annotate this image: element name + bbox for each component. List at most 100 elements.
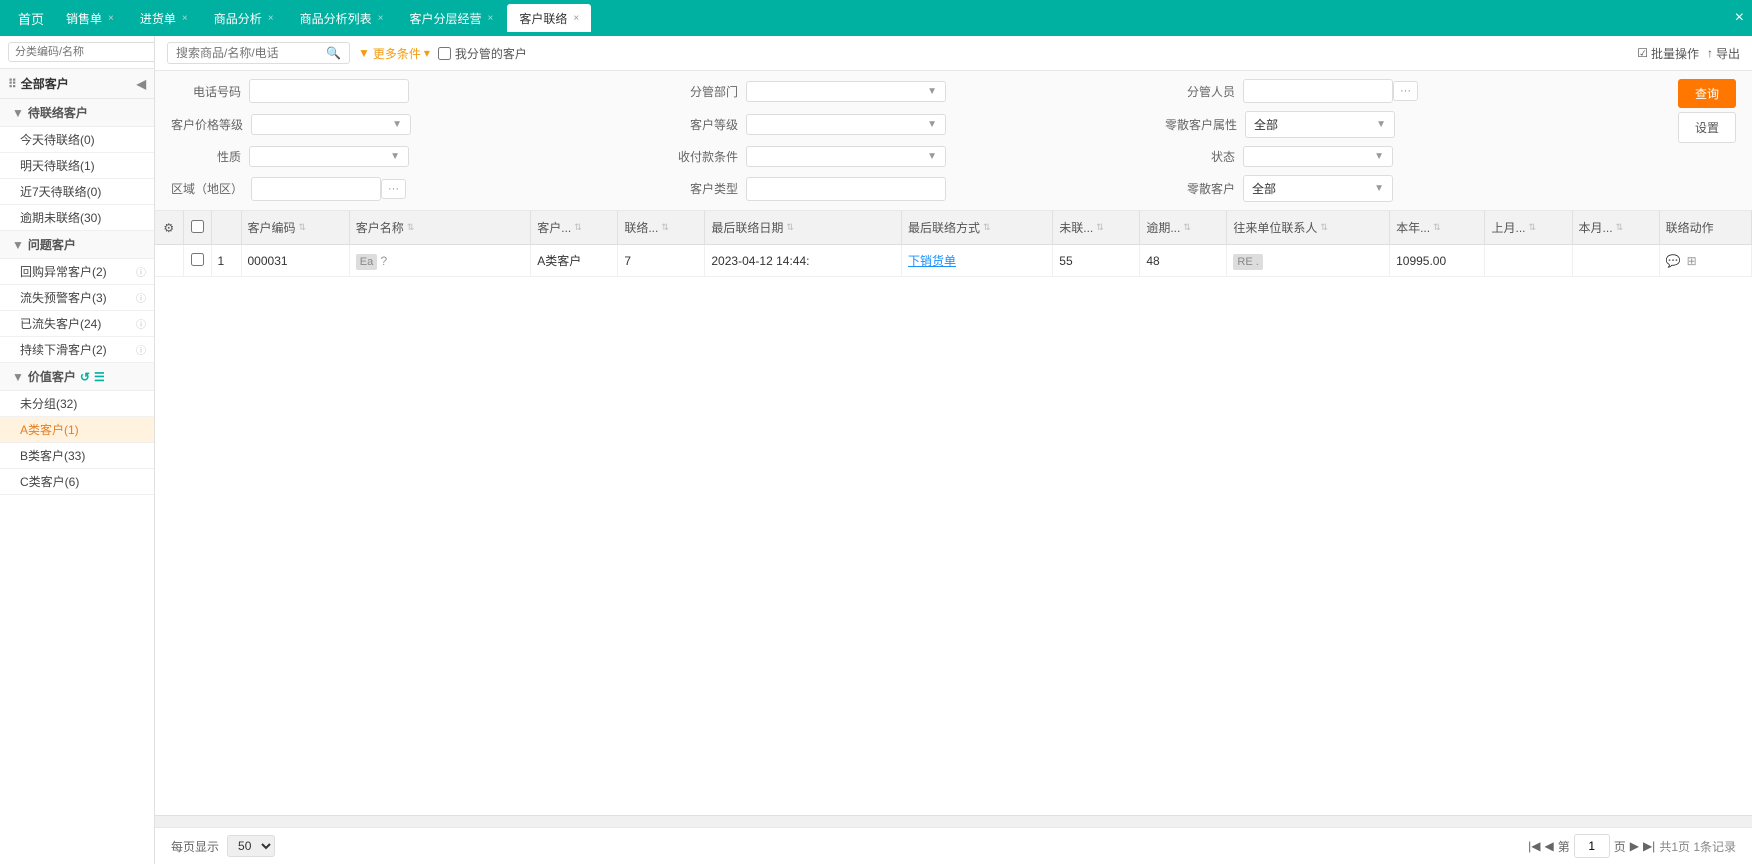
sidebar-item-overdue[interactable]: 逾期未联络(30) (0, 205, 154, 231)
page-first-btn[interactable]: |◀ (1528, 839, 1540, 853)
sidebar-item-7days[interactable]: 近7天待联络(0) (0, 179, 154, 205)
row-name: Ea ? (349, 245, 531, 277)
filter-cell-price-level: 客户价格等级 ▼ (171, 114, 668, 135)
sidebar-item-churn-warning[interactable]: 流失预警客户(3) ⓘ (0, 285, 154, 311)
status-select[interactable]: ▼ (1243, 146, 1393, 167)
col-company-contact[interactable]: 往来单位联系人 ⇅ (1227, 211, 1390, 245)
row-gear (155, 245, 183, 277)
sidebar-item-abnormal[interactable]: 回购异常客户(2) ⓘ (0, 259, 154, 285)
tab-analysis-list[interactable]: 商品分析列表 × (288, 4, 396, 32)
settings-icon[interactable]: ☰ (94, 370, 105, 384)
last-method-link[interactable]: 下销货单 (908, 254, 956, 268)
phone-label: 电话号码 (171, 83, 241, 100)
sidebar-search-input[interactable] (8, 42, 155, 62)
setting-button[interactable]: 设置 (1678, 112, 1736, 143)
page-last-btn[interactable]: ▶| (1643, 839, 1655, 853)
info-icon: ⓘ (136, 264, 146, 279)
col-type[interactable]: 客户... ⇅ (531, 211, 618, 245)
tab-analysis-close[interactable]: × (268, 13, 274, 24)
col-name[interactable]: 客户名称 ⇅ (349, 211, 531, 245)
my-customers-checkbox[interactable] (438, 47, 451, 60)
home-tab[interactable]: 首页 (8, 9, 54, 28)
region-label: 区域（地区） (171, 180, 243, 197)
col-this-year[interactable]: 本年... ⇅ (1390, 211, 1485, 245)
manager-dots-btn[interactable]: ··· (1393, 81, 1418, 101)
page-number-input[interactable] (1574, 834, 1610, 858)
col-last-month[interactable]: 上月... ⇅ (1485, 211, 1572, 245)
top-nav: 首页 销售单 × 进货单 × 商品分析 × 商品分析列表 × 客户分层经营 × … (0, 0, 1752, 36)
col-action[interactable]: 联络动作 (1659, 211, 1751, 245)
nature-select[interactable]: ▼ (249, 146, 409, 167)
tab-customer-contact[interactable]: 客户联络 × (507, 4, 591, 32)
filter-search-input[interactable] (176, 46, 326, 60)
col-overdue[interactable]: 逾期... ⇅ (1140, 211, 1227, 245)
tab-sales-close[interactable]: × (108, 13, 114, 24)
tab-analysis-list-close[interactable]: × (378, 13, 384, 24)
tab-customer-contact-close[interactable]: × (573, 13, 579, 24)
sidebar-item-ungrouped[interactable]: 未分组(32) (0, 391, 154, 417)
close-all-tabs[interactable]: × (1735, 9, 1744, 27)
all-customers-header[interactable]: ⠿ 全部客户 ◀ (0, 69, 154, 99)
sort-icon: ⇅ (299, 222, 307, 233)
sort-icon: ⇅ (574, 222, 582, 233)
batch-op-btn[interactable]: ☑ 批量操作 (1637, 45, 1699, 62)
manager-input[interactable] (1243, 79, 1393, 103)
sidebar-item-tomorrow[interactable]: 明天待联络(1) (0, 153, 154, 179)
collapse-icon[interactable]: ◀ (137, 77, 146, 91)
customer-type-label: 客户类型 (668, 180, 738, 197)
phone-input[interactable] (249, 79, 409, 103)
page-next-btn[interactable]: ▶ (1630, 839, 1639, 853)
page-prev-btn[interactable]: ◀ (1544, 839, 1553, 853)
retail-attr-select[interactable]: 全部 ▼ (1245, 111, 1395, 138)
sidebar-item-churned[interactable]: 已流失客户(24) ⓘ (0, 311, 154, 337)
col-last-date[interactable]: 最后联络日期 ⇅ (705, 211, 902, 245)
gear-icon[interactable]: ⚙ (163, 221, 174, 235)
col-last-method[interactable]: 最后联络方式 ⇅ (902, 211, 1053, 245)
col-this-month[interactable]: 本月... ⇅ (1572, 211, 1659, 245)
tab-sales[interactable]: 销售单 × (54, 4, 126, 32)
filter-row-2: 客户价格等级 ▼ 客户等级 ▼ (171, 111, 1662, 138)
page-size-select[interactable]: 50 (227, 835, 275, 857)
sidebar-item-declining[interactable]: 持续下滑客户(2) ⓘ (0, 337, 154, 363)
export-btn[interactable]: ↑ 导出 (1707, 45, 1740, 62)
horizontal-scrollbar[interactable] (155, 815, 1752, 827)
tab-customer-manage-close[interactable]: × (487, 13, 493, 24)
filter-cell-manager: 分管人员 ··· (1165, 79, 1662, 103)
main-layout: 🔍 ⠿ 全部客户 ◀ ▼ 待联络客户 今天待联络(0) 明天待联络(1) 近7天… (0, 36, 1752, 864)
price-level-select[interactable]: ▼ (251, 114, 411, 135)
sidebar-item-a-class[interactable]: A类客户(1) (0, 417, 154, 443)
customer-level-select[interactable]: ▼ (746, 114, 946, 135)
more-conditions-btn[interactable]: ▼ 更多条件 ▾ (358, 45, 430, 62)
group-value-customers[interactable]: ▼ 价值客户 ↺ ☰ (0, 363, 154, 391)
sidebar-item-today[interactable]: 今天待联络(0) (0, 127, 154, 153)
caret-icon: ▼ (927, 119, 937, 130)
row-checkbox[interactable] (191, 253, 204, 266)
retail-select[interactable]: 全部 ▼ (1243, 175, 1393, 202)
search-icon[interactable]: 🔍 (326, 46, 341, 60)
refresh-icon[interactable]: ↺ (80, 370, 90, 384)
sidebar-item-c-class[interactable]: C类客户(6) (0, 469, 154, 495)
col-contact[interactable]: 联络... ⇅ (618, 211, 705, 245)
region-dots-btn[interactable]: ··· (381, 179, 406, 199)
tab-purchase[interactable]: 进货单 × (128, 4, 200, 32)
customer-type-input[interactable] (746, 177, 946, 201)
manager-label: 分管人员 (1165, 83, 1235, 100)
payment-select[interactable]: ▼ (746, 146, 946, 167)
query-button[interactable]: 查询 (1678, 79, 1736, 108)
my-customers-checkbox-label[interactable]: 我分管的客户 (438, 45, 527, 62)
sidebar-item-b-class[interactable]: B类客户(33) (0, 443, 154, 469)
filter-row-3: 性质 ▼ 收付款条件 ▼ (171, 146, 1662, 167)
region-input[interactable] (251, 177, 381, 201)
tab-purchase-close[interactable]: × (182, 13, 188, 24)
tab-customer-manage[interactable]: 客户分层经营 × (397, 4, 505, 32)
group-pending-contact[interactable]: ▼ 待联络客户 (0, 99, 154, 127)
group-problem-customers[interactable]: ▼ 问题客户 (0, 231, 154, 259)
col-no-contact[interactable]: 未联... ⇅ (1053, 211, 1140, 245)
col-code[interactable]: 客户编码 ⇅ (241, 211, 349, 245)
chat-icon[interactable]: 💬 (1666, 254, 1681, 268)
qr-icon[interactable]: ⊞ (1687, 254, 1697, 268)
tab-analysis[interactable]: 商品分析 × (202, 4, 286, 32)
dept-select[interactable]: ▼ (746, 81, 946, 102)
row-checkbox-cell (183, 245, 211, 277)
select-all-checkbox[interactable] (191, 220, 204, 233)
